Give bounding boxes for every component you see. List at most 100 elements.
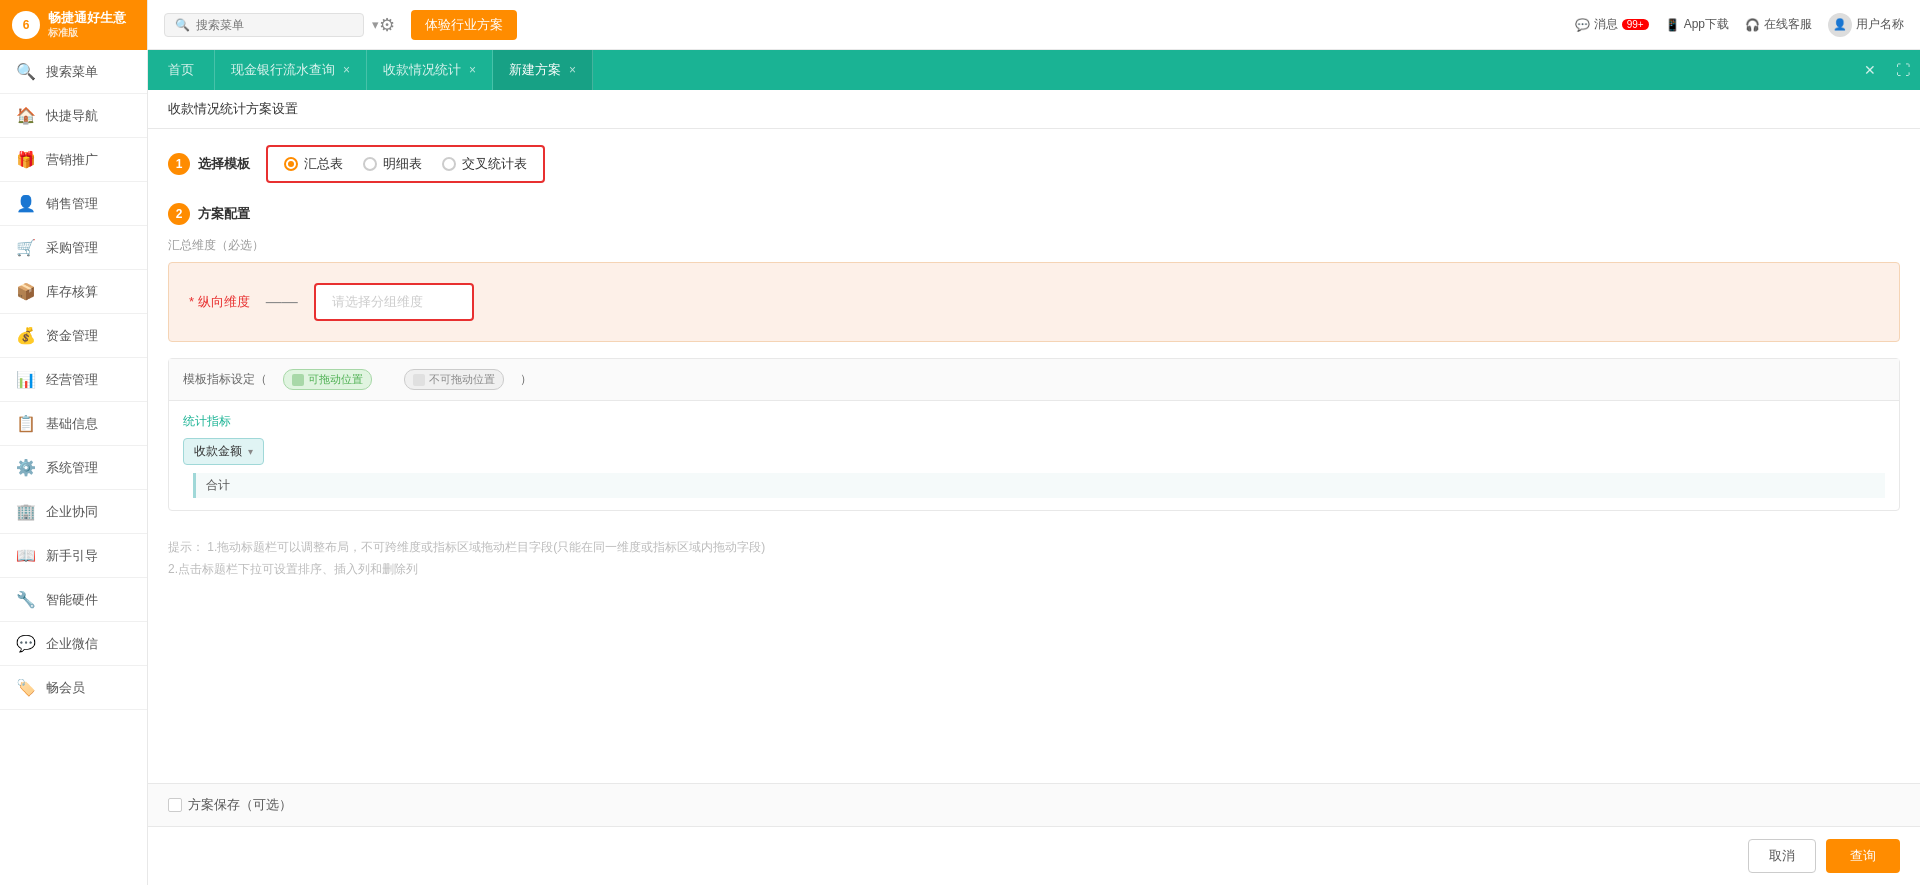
online-service-item[interactable]: 🎧 在线客服 bbox=[1745, 16, 1812, 33]
search-dropdown-icon[interactable]: ▾ bbox=[372, 17, 379, 32]
metrics-header-close-paren: ） bbox=[520, 371, 532, 388]
radio-summary-label: 汇总表 bbox=[304, 155, 343, 173]
sidebar-item-4[interactable]: 🛒 采购管理 bbox=[0, 226, 147, 270]
sidebar-icon-1: 🏠 bbox=[16, 106, 36, 125]
tip-2: 2.点击标题栏下拉可设置排序、插入列和删除列 bbox=[168, 559, 1900, 581]
radio-cross-label: 交叉统计表 bbox=[462, 155, 527, 173]
page-title: 收款情况统计方案设置 bbox=[168, 101, 298, 116]
tab-label-2: 收款情况统计 bbox=[383, 61, 461, 79]
tab-close-1[interactable]: × bbox=[343, 63, 350, 77]
app-download-item[interactable]: 📱 App下载 bbox=[1665, 16, 1729, 33]
template-radio-group: 汇总表 明细表 交叉统计表 bbox=[266, 145, 545, 183]
sidebar-label-6: 资金管理 bbox=[46, 327, 98, 345]
tip-1: 提示： 1.拖动标题栏可以调整布局，不可跨维度或指标区域拖动栏目字段(只能在同一… bbox=[168, 537, 1900, 559]
sidebar-item-12[interactable]: 🔧 智能硬件 bbox=[0, 578, 147, 622]
tab-item-3[interactable]: 新建方案× bbox=[493, 50, 593, 90]
step2-number: 2 bbox=[168, 203, 190, 225]
sidebar-item-11[interactable]: 📖 新手引导 bbox=[0, 534, 147, 578]
sidebar-label-9: 系统管理 bbox=[46, 459, 98, 477]
user-profile[interactable]: 👤 用户名称 bbox=[1828, 13, 1904, 37]
sidebar: 6 畅捷通好生意 标准版 🔍 搜索菜单 🏠 快捷导航 🎁 营销推广 👤 销售管理… bbox=[0, 0, 148, 885]
user-avatar: 👤 bbox=[1828, 13, 1852, 37]
metrics-body: 统计指标 收款金额 ▾ 合计 bbox=[169, 401, 1899, 510]
sidebar-label-4: 采购管理 bbox=[46, 239, 98, 257]
sidebar-item-5[interactable]: 📦 库存核算 bbox=[0, 270, 147, 314]
metric-tag-payment[interactable]: 收款金额 ▾ bbox=[183, 438, 264, 465]
tab-item-1[interactable]: 现金银行流水查询× bbox=[215, 50, 367, 90]
tab-item-2[interactable]: 收款情况统计 × bbox=[367, 50, 493, 90]
sidebar-item-10[interactable]: 🏢 企业协同 bbox=[0, 490, 147, 534]
sidebar-item-3[interactable]: 👤 销售管理 bbox=[0, 182, 147, 226]
sidebar-label-0: 搜索菜单 bbox=[46, 63, 98, 81]
sidebar-icon-14: 🏷️ bbox=[16, 678, 36, 697]
step2-section: 2 方案配置 汇总维度（必选） * 纵向维度 —— 请选择分组维度 bbox=[168, 203, 1900, 590]
sidebar-item-14[interactable]: 🏷️ 畅会员 bbox=[0, 666, 147, 710]
non-draggable-label: 不可拖动位置 bbox=[429, 372, 495, 387]
sidebar-label-14: 畅会员 bbox=[46, 679, 85, 697]
download-icon: 📱 bbox=[1665, 18, 1680, 32]
footer-bar: 取消 查询 bbox=[148, 826, 1920, 885]
sidebar-label-5: 库存核算 bbox=[46, 283, 98, 301]
sidebar-item-9[interactable]: ⚙️ 系统管理 bbox=[0, 446, 147, 490]
trial-button[interactable]: 体验行业方案 bbox=[411, 10, 517, 40]
tab-close-3[interactable]: × bbox=[569, 63, 576, 77]
page-header: 收款情况统计方案设置 bbox=[148, 90, 1920, 129]
radio-cross-circle bbox=[442, 157, 456, 171]
tab-label-0: 首页 bbox=[168, 61, 194, 79]
sidebar-item-13[interactable]: 💬 企业微信 bbox=[0, 622, 147, 666]
metric-subtag-total: 合计 bbox=[193, 473, 1885, 498]
sidebar-label-8: 基础信息 bbox=[46, 415, 98, 433]
tips-section: 提示： 1.拖动标题栏可以调整布局，不可跨维度或指标区域拖动栏目字段(只能在同一… bbox=[168, 527, 1900, 590]
service-label: 在线客服 bbox=[1764, 16, 1812, 33]
save-checkbox-box[interactable] bbox=[168, 798, 182, 812]
notification-item[interactable]: 💬 消息 99+ bbox=[1575, 16, 1649, 33]
save-label: 方案保存（可选） bbox=[188, 796, 292, 814]
metrics-header-title: 模板指标设定（ bbox=[183, 371, 267, 388]
save-checkbox-label[interactable]: 方案保存（可选） bbox=[168, 796, 292, 814]
sidebar-item-8[interactable]: 📋 基础信息 bbox=[0, 402, 147, 446]
dimension-row: * 纵向维度 —— 请选择分组维度 bbox=[189, 283, 1879, 321]
sidebar-item-7[interactable]: 📊 经营管理 bbox=[0, 358, 147, 402]
tab-bar: 首页现金银行流水查询×收款情况统计×新建方案× ✕ ⛶ bbox=[148, 50, 1920, 90]
radio-summary-circle bbox=[284, 157, 298, 171]
logo-text-block: 畅捷通好生意 标准版 bbox=[48, 10, 126, 40]
sidebar-label-3: 销售管理 bbox=[46, 195, 98, 213]
radio-cross[interactable]: 交叉统计表 bbox=[442, 155, 527, 173]
sidebar-label-2: 营销推广 bbox=[46, 151, 98, 169]
sidebar-icon-2: 🎁 bbox=[16, 150, 36, 169]
radio-detail-label: 明细表 bbox=[383, 155, 422, 173]
metrics-tags-area: 收款金额 ▾ 合计 bbox=[183, 438, 1885, 498]
save-section: 方案保存（可选） bbox=[148, 783, 1920, 826]
app-name: 畅捷通好生意 bbox=[48, 10, 126, 26]
vertical-dimension-label: * 纵向维度 bbox=[189, 293, 250, 311]
notification-label: 消息 bbox=[1594, 16, 1618, 33]
group-dimension-select[interactable]: 请选择分组维度 bbox=[314, 283, 474, 321]
sidebar-item-0[interactable]: 🔍 搜索菜单 bbox=[0, 50, 147, 94]
window-maximize-btn[interactable]: ⛶ bbox=[1886, 50, 1920, 90]
topbar-right: 💬 消息 99+ 📱 App下载 🎧 在线客服 👤 用户名称 bbox=[1575, 13, 1904, 37]
sidebar-icon-5: 📦 bbox=[16, 282, 36, 301]
settings-gear-icon[interactable]: ⚙ bbox=[379, 14, 395, 36]
sidebar-item-2[interactable]: 🎁 营销推广 bbox=[0, 138, 147, 182]
metrics-header: 模板指标设定（ 可拖动位置 不可拖动位置 ） bbox=[169, 359, 1899, 401]
notification-badge: 99+ bbox=[1622, 19, 1649, 30]
sidebar-item-6[interactable]: 💰 资金管理 bbox=[0, 314, 147, 358]
dimension-arrow-icon: —— bbox=[266, 293, 298, 311]
sidebar-icon-0: 🔍 bbox=[16, 62, 36, 81]
non-draggable-badge: 不可拖动位置 bbox=[404, 369, 504, 390]
metric-tag-label: 收款金额 bbox=[194, 443, 242, 460]
sidebar-item-1[interactable]: 🏠 快捷导航 bbox=[0, 94, 147, 138]
query-button[interactable]: 查询 bbox=[1826, 839, 1900, 873]
radio-detail[interactable]: 明细表 bbox=[363, 155, 422, 173]
window-close-btn[interactable]: ✕ bbox=[1854, 50, 1886, 90]
sidebar-icon-8: 📋 bbox=[16, 414, 36, 433]
cancel-button[interactable]: 取消 bbox=[1748, 839, 1816, 873]
search-input[interactable] bbox=[196, 18, 346, 32]
tab-close-2[interactable]: × bbox=[469, 63, 476, 77]
sidebar-label-13: 企业微信 bbox=[46, 635, 98, 653]
search-box[interactable]: 🔍 bbox=[164, 13, 364, 37]
radio-summary[interactable]: 汇总表 bbox=[284, 155, 343, 173]
draggable-label: 可拖动位置 bbox=[308, 372, 363, 387]
metrics-section: 模板指标设定（ 可拖动位置 不可拖动位置 ） bbox=[168, 358, 1900, 511]
tab-item-0[interactable]: 首页 bbox=[148, 50, 215, 90]
